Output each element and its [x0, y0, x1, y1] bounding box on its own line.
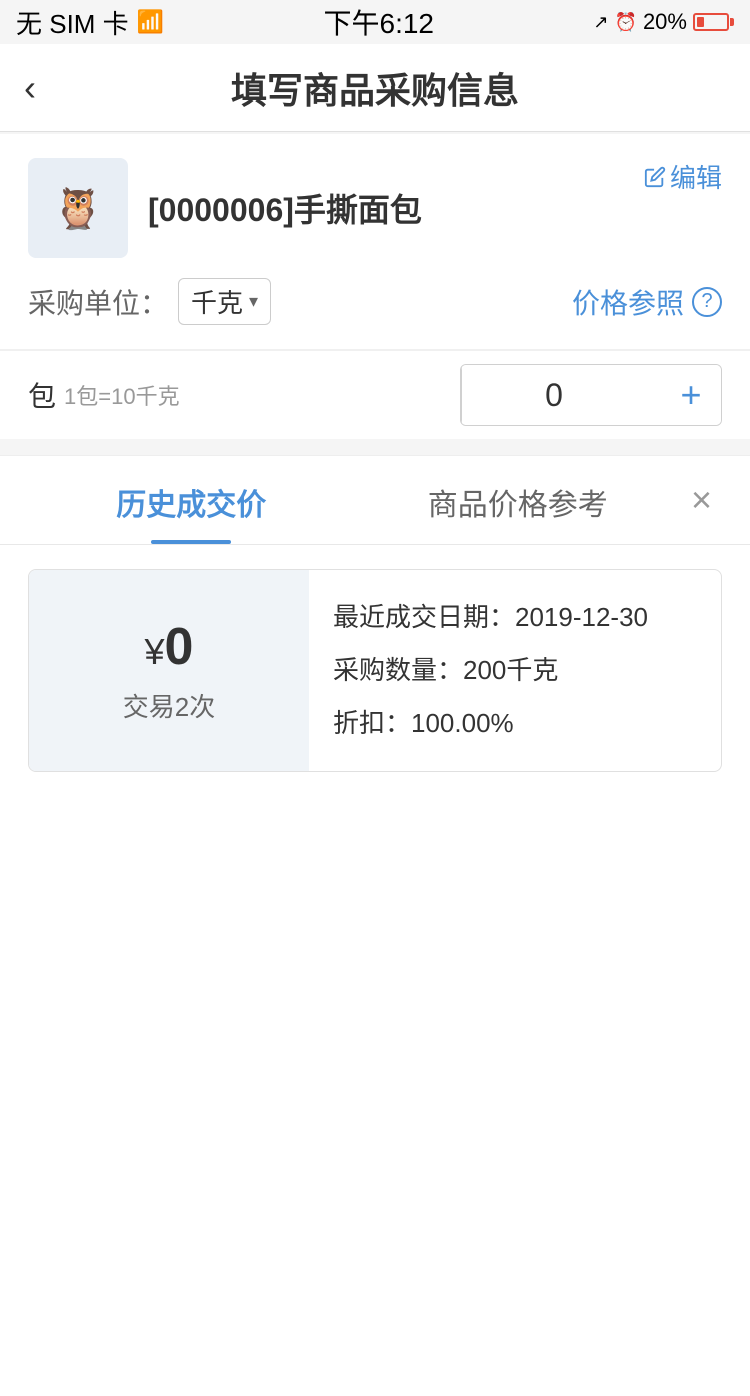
page-title: 填写商品采购信息	[231, 62, 519, 114]
discount-label: 折扣：	[333, 708, 411, 738]
product-image: 🦉	[28, 158, 128, 258]
quantity-label: 包 1包=10千克	[28, 375, 180, 415]
alarm-icon: ⏰	[615, 12, 637, 33]
tab-history-price[interactable]: 历史成交价	[28, 456, 354, 544]
back-button[interactable]: ‹	[24, 67, 36, 109]
carrier-text: 无 SIM 卡	[16, 4, 129, 41]
price-card: ¥0 交易2次 最近成交日期：2019-12-30 采购数量：200千克 折扣：…	[28, 569, 722, 772]
chevron-down-icon: ▾	[249, 291, 258, 312]
location-icon: ↗	[593, 12, 608, 33]
discount-value: 100.00%	[411, 708, 514, 738]
tab-price-reference[interactable]: 商品价格参考	[354, 456, 680, 544]
back-icon: ‹	[24, 67, 36, 108]
unit-bag-label: 包	[28, 375, 56, 415]
plus-icon: +	[680, 374, 701, 416]
battery-icon	[693, 13, 734, 31]
discount-row: 折扣：100.00%	[333, 704, 697, 743]
purchase-quantity-label: 采购数量：	[333, 655, 463, 685]
unit-label: 采购单位：	[28, 282, 168, 322]
quantity-row-detail: 采购数量：200千克	[333, 651, 697, 690]
quantity-section: 包 1包=10千克 +	[0, 349, 750, 439]
unit-value: 千克	[191, 283, 243, 320]
currency-symbol: ¥	[145, 631, 165, 672]
price-ref-label: 价格参照	[572, 282, 684, 322]
quantity-control: +	[460, 364, 722, 426]
product-info: 🦉 [0000006]手撕面包	[28, 158, 422, 258]
status-right: ↗ ⏰ 20%	[593, 9, 734, 35]
product-name: [0000006]手撕面包	[148, 185, 422, 231]
transaction-count: 交易2次	[123, 687, 215, 724]
price-ref-button[interactable]: 价格参照 ?	[572, 282, 722, 322]
bottom-area	[0, 796, 750, 1396]
help-icon: ?	[692, 287, 722, 317]
purchase-quantity-value: 200千克	[463, 655, 558, 685]
product-card: 🦉 [0000006]手撕面包 编辑 采购单位： 千克 ▾ 价格参照 ?	[0, 134, 750, 349]
battery-percent: 20%	[643, 9, 687, 35]
tab2-label: 商品价格参考	[428, 489, 608, 522]
unit-select[interactable]: 千克 ▾	[178, 278, 271, 325]
edit-button[interactable]: 编辑	[644, 158, 722, 195]
recent-date-row: 最近成交日期：2019-12-30	[333, 598, 697, 637]
edit-icon	[644, 166, 666, 188]
tabs-section: 历史成交价 商品价格参考 × ¥0 交易2次 最近成交日期：2019-12-30…	[0, 455, 750, 796]
wifi-icon: 📶	[137, 9, 164, 35]
tab1-label: 历史成交价	[116, 489, 266, 522]
product-unit-row: 采购单位： 千克 ▾ 价格参照 ?	[28, 278, 722, 325]
price-value: 0	[165, 618, 194, 676]
history-content: ¥0 交易2次 最近成交日期：2019-12-30 采购数量：200千克 折扣：…	[0, 545, 750, 796]
recent-date-value: 2019-12-30	[515, 602, 648, 632]
recent-date-label: 最近成交日期：	[333, 602, 515, 632]
price-amount: ¥0	[145, 617, 194, 677]
time-text: 下午6:12	[324, 8, 435, 39]
status-bar: 无 SIM 卡 📶 下午6:12 ↗ ⏰ 20%	[0, 0, 750, 44]
nav-bar: ‹ 填写商品采购信息	[0, 44, 750, 132]
edit-label: 编辑	[670, 158, 722, 195]
unit-left: 采购单位： 千克 ▾	[28, 278, 271, 325]
quantity-input[interactable]	[461, 365, 661, 425]
tab-close-button[interactable]: ×	[681, 479, 722, 521]
price-card-right: 最近成交日期：2019-12-30 采购数量：200千克 折扣：100.00%	[309, 570, 721, 771]
status-carrier: 无 SIM 卡 📶	[16, 4, 164, 41]
unit-hint: 1包=10千克	[64, 379, 180, 411]
owl-icon: 🦉	[53, 185, 103, 232]
price-card-left: ¥0 交易2次	[29, 570, 309, 771]
quantity-plus-button[interactable]: +	[661, 365, 721, 425]
tabs-header: 历史成交价 商品价格参考 ×	[0, 456, 750, 545]
quantity-row: 包 1包=10千克 +	[28, 351, 722, 439]
product-header: 🦉 [0000006]手撕面包 编辑	[28, 158, 722, 258]
status-time: 下午6:12	[324, 2, 435, 42]
close-icon: ×	[691, 479, 712, 521]
